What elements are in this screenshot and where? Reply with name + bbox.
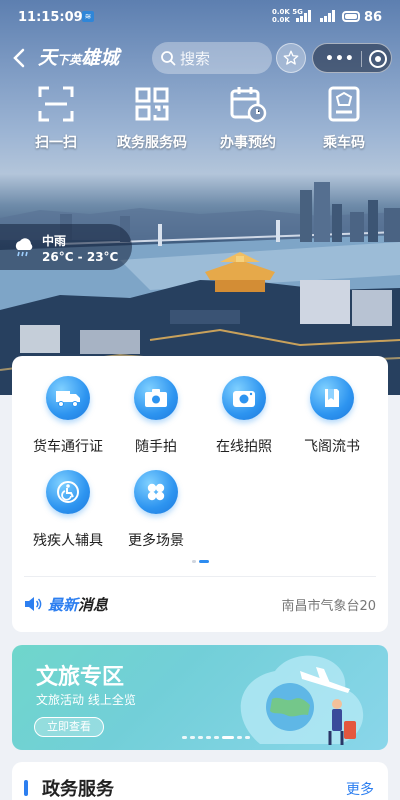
- banner-view-button[interactable]: 立即查看: [34, 717, 104, 737]
- favorite-button[interactable]: [276, 43, 306, 73]
- service-feige-book[interactable]: 飞阁流书: [288, 376, 376, 456]
- app-logo: 天下英雄城: [38, 47, 120, 69]
- quick-action-appointment[interactable]: 办事预约: [198, 82, 298, 152]
- signal-5g-icon: [296, 10, 311, 22]
- latest-news-ticker[interactable]: 最新消息 南昌市气象台20: [24, 592, 376, 616]
- gov-services-title: 政务服务: [42, 779, 114, 800]
- more-options-button[interactable]: •••: [325, 51, 355, 67]
- divider: [24, 576, 376, 577]
- mini-program-capsule: •••: [312, 43, 392, 73]
- calendar-clock-icon: [230, 87, 267, 123]
- signal-4g-icon: [320, 10, 335, 22]
- banner-title: 文旅专区: [36, 665, 125, 690]
- quick-action-scan[interactable]: 扫一扫: [6, 82, 106, 152]
- close-mini-program-button[interactable]: [369, 50, 387, 68]
- quick-action-ride-code[interactable]: 乘车码: [294, 82, 394, 152]
- battery-icon: [342, 11, 360, 22]
- weather-widget[interactable]: 中雨 26°C - 23°C: [0, 224, 132, 270]
- gov-services-section: 政务服务 更多: [12, 762, 388, 800]
- service-disability-aids[interactable]: 残疾人辅具: [24, 470, 112, 550]
- banner-subtitle: 文旅活动 线上全览: [36, 693, 136, 707]
- services-pager: [192, 560, 209, 563]
- quick-actions: 扫一扫 政务服务码 办事预约 乘车码: [0, 82, 400, 152]
- wheelchair-icon: [57, 481, 79, 503]
- banner-pager: [182, 736, 250, 739]
- search-input[interactable]: 搜索: [152, 42, 272, 74]
- nav-bar: 天下英雄城 搜索 •••: [0, 40, 400, 76]
- scan-icon: [38, 86, 74, 122]
- search-placeholder: 搜索: [180, 49, 211, 68]
- weather-condition: 中雨: [42, 234, 67, 248]
- news-title: 最新消息: [48, 596, 109, 614]
- notification-icon: ≋: [82, 11, 94, 22]
- search-icon: [161, 51, 176, 66]
- news-source: 南昌市气象台20: [281, 599, 376, 614]
- section-accent-bar: [24, 780, 28, 796]
- chevron-left-icon: [13, 48, 25, 68]
- service-more-scenes[interactable]: 更多场景: [112, 470, 200, 550]
- qr-code-icon: [135, 87, 169, 121]
- travel-illustration: [240, 655, 364, 745]
- quick-action-gov-code[interactable]: 政务服务码: [102, 82, 202, 152]
- service-snapshot[interactable]: 随手拍: [112, 376, 200, 456]
- weather-temperature: 26°C - 23°C: [42, 250, 119, 264]
- status-bar: 11:15:09 ≋ 0.0K 5G 0.0K 86: [0, 0, 400, 36]
- truck-icon: [56, 391, 80, 407]
- ride-code-icon: [328, 86, 360, 122]
- services-card: 货车通行证 随手拍 在线拍照 飞阁流书 残疾人辅具 更多场景 最新消息 南昌市气…: [12, 356, 388, 632]
- gov-services-more-link[interactable]: 更多: [346, 779, 374, 799]
- photo-camera-icon: [233, 391, 255, 407]
- culture-tourism-banner[interactable]: 文旅专区 文旅活动 线上全览 立即查看: [12, 645, 388, 750]
- cloud-rain-icon: [12, 238, 34, 262]
- status-time: 11:15:09: [18, 10, 83, 25]
- service-online-photo[interactable]: 在线拍照: [200, 376, 288, 456]
- camera-icon: [145, 389, 167, 407]
- capsule-divider: [361, 51, 362, 67]
- more-grid-icon: [147, 483, 165, 501]
- book-icon: [325, 389, 339, 407]
- service-truck-pass[interactable]: 货车通行证: [24, 376, 112, 456]
- back-button[interactable]: [10, 46, 30, 70]
- battery-level: 86: [364, 10, 383, 25]
- speaker-icon: [24, 596, 42, 616]
- star-icon: [283, 50, 299, 65]
